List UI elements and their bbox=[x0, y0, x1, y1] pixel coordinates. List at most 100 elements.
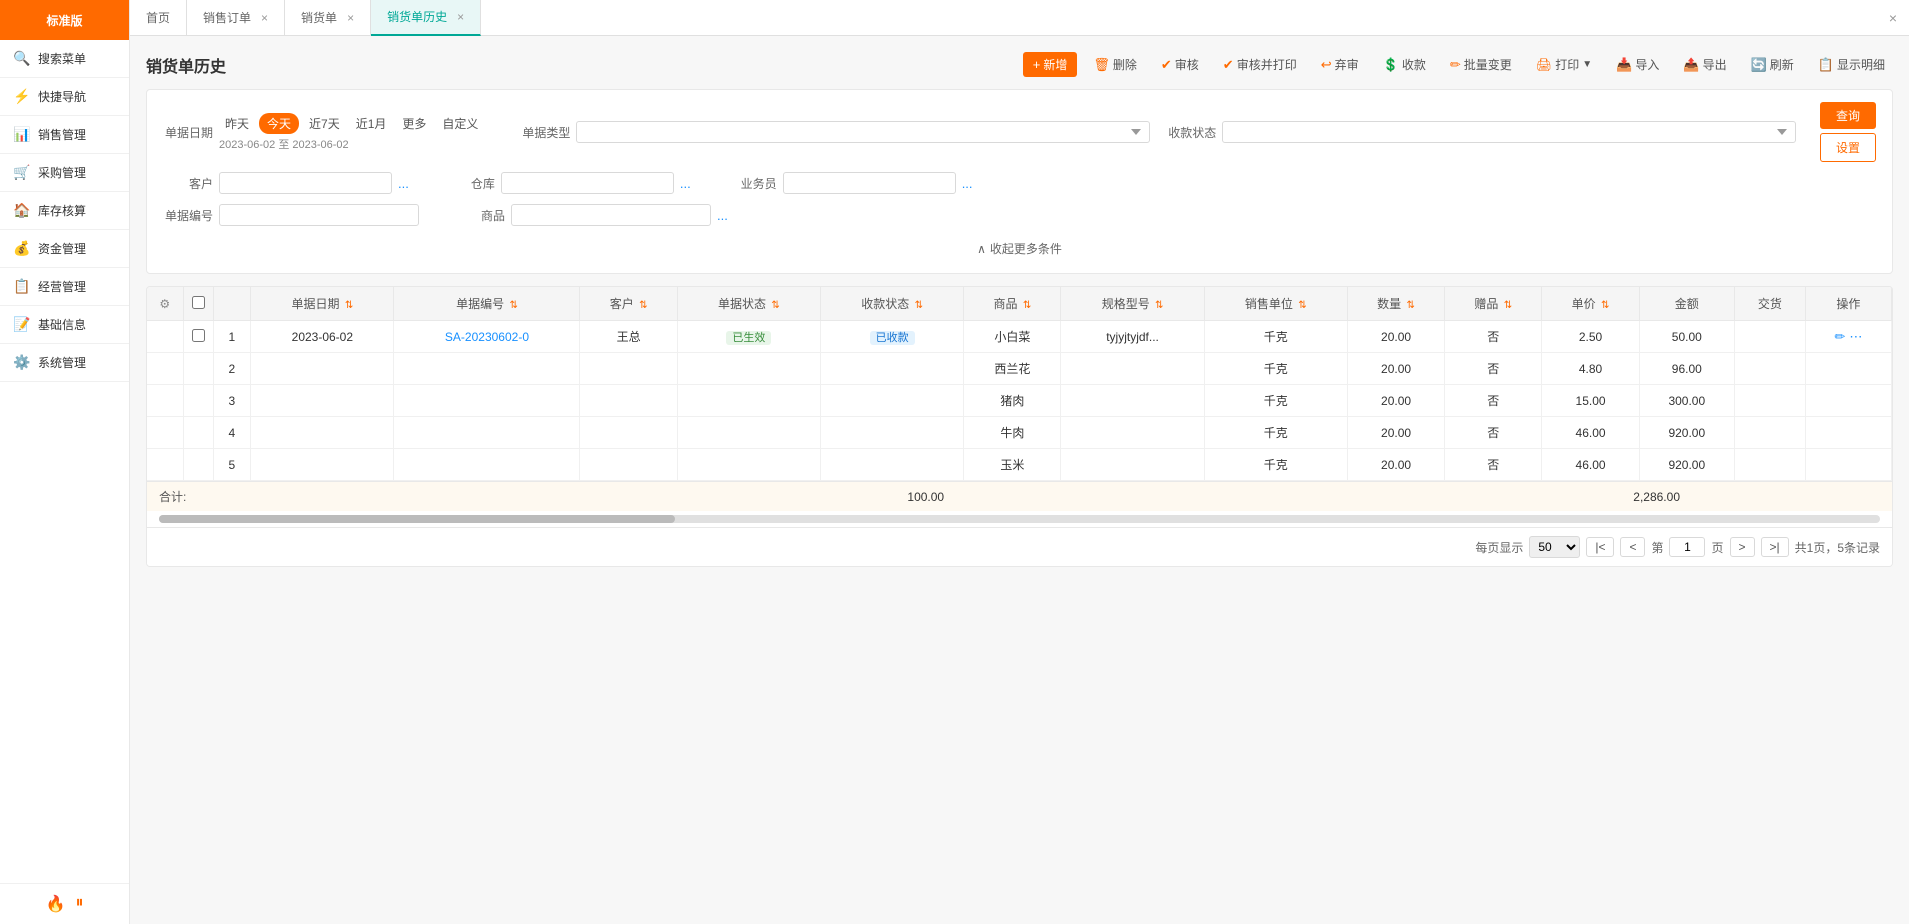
first-page-button[interactable]: |< bbox=[1586, 537, 1614, 557]
cell-spec-1 bbox=[1061, 353, 1204, 385]
audit-button[interactable]: ✔ 审核 bbox=[1153, 52, 1207, 77]
th-customer[interactable]: 客户 ⇅ bbox=[580, 287, 677, 321]
sidebar-fire-icon[interactable]: 🔥 bbox=[46, 894, 66, 914]
date-shortcut-custom[interactable]: 自定义 bbox=[436, 113, 484, 134]
cell-docnum-0[interactable]: SA-20230602-0 bbox=[394, 321, 580, 353]
filter-agent-input[interactable] bbox=[783, 172, 956, 194]
date-shortcut-yesterday[interactable]: 昨天 bbox=[219, 113, 255, 134]
filter-warehouse-input[interactable] bbox=[501, 172, 674, 194]
filter-docnum-input[interactable] bbox=[219, 204, 419, 226]
sidebar-item-purchase-mgmt[interactable]: 🛒 采购管理 bbox=[0, 154, 129, 192]
th-doc-num[interactable]: 单据编号 ⇅ bbox=[394, 287, 580, 321]
th-unit[interactable]: 销售单位 ⇅ bbox=[1204, 287, 1347, 321]
cell-transaction-1 bbox=[1734, 353, 1805, 385]
sidebar-item-inventory[interactable]: 🏠 库存核算 bbox=[0, 192, 129, 230]
import-button[interactable]: 📥 导入 bbox=[1608, 52, 1667, 77]
prev-page-button[interactable]: < bbox=[1620, 537, 1645, 557]
date-shortcut-today[interactable]: 今天 bbox=[259, 113, 299, 134]
sidebar-item-system-mgmt[interactable]: ⚙️ 系统管理 bbox=[0, 344, 129, 382]
content-area: 销货单历史 + 新增 🗑 删除 ✔ 审核 ✔ 审核并打印 bbox=[130, 36, 1909, 924]
cell-transaction-3 bbox=[1734, 417, 1805, 449]
tab-sales-order-close[interactable]: × bbox=[261, 11, 268, 25]
cell-price-4: 46.00 bbox=[1542, 449, 1639, 481]
row-checkbox-0[interactable] bbox=[192, 329, 205, 342]
filter-type-select[interactable] bbox=[576, 121, 1150, 143]
date-shortcut-more[interactable]: 更多 bbox=[396, 113, 432, 134]
filter-customer-dots[interactable]: ... bbox=[398, 176, 409, 191]
tab-sales-history[interactable]: 销货单历史 × bbox=[371, 0, 481, 36]
sort-pay-status-icon: ⇅ bbox=[915, 300, 923, 311]
last-page-button[interactable]: >| bbox=[1761, 537, 1789, 557]
date-shortcut-7days[interactable]: 近7天 bbox=[303, 113, 346, 134]
th-pay-status[interactable]: 收款状态 ⇅ bbox=[820, 287, 963, 321]
sidebar-top-label: 标准版 bbox=[46, 12, 82, 29]
export-button[interactable]: 📤 导出 bbox=[1675, 52, 1734, 77]
table-gear-icon[interactable]: ⚙ bbox=[159, 297, 170, 311]
date-shortcut-1month[interactable]: 近1月 bbox=[350, 113, 393, 134]
filter-goods-input[interactable] bbox=[511, 204, 711, 226]
delete-button[interactable]: 🗑 删除 bbox=[1085, 52, 1145, 77]
per-page-select[interactable]: 50 100 bbox=[1529, 536, 1580, 558]
sidebar-item-finance[interactable]: 💰 资金管理 bbox=[0, 230, 129, 268]
show-details-button[interactable]: 📋 显示明细 bbox=[1810, 52, 1893, 77]
tab-sales-history-close[interactable]: × bbox=[457, 10, 464, 24]
th-spec[interactable]: 规格型号 ⇅ bbox=[1061, 287, 1204, 321]
current-page-input[interactable] bbox=[1669, 537, 1705, 557]
cell-spec-0: tyjyjtyjdf... bbox=[1061, 321, 1204, 353]
th-settings[interactable]: ⚙ bbox=[147, 287, 183, 321]
cell-settings-1 bbox=[147, 353, 183, 385]
filter-customer-input[interactable] bbox=[219, 172, 392, 194]
cell-actions-2 bbox=[1805, 385, 1891, 417]
sidebar-item-operation[interactable]: 📋 经营管理 bbox=[0, 268, 129, 306]
audit-print-button[interactable]: ✔ 审核并打印 bbox=[1215, 52, 1305, 77]
sidebar-pause-icon[interactable]: ⏸ bbox=[75, 894, 83, 914]
cell-settings-4 bbox=[147, 449, 183, 481]
cell-check-0 bbox=[183, 321, 213, 353]
tab-home[interactable]: 首页 bbox=[130, 0, 187, 36]
doc-num-link-0[interactable]: SA-20230602-0 bbox=[445, 330, 529, 344]
select-all-checkbox[interactable] bbox=[192, 296, 205, 309]
th-goods[interactable]: 商品 ⇅ bbox=[964, 287, 1061, 321]
edit-action-icon-0[interactable]: ✏ bbox=[1834, 329, 1845, 344]
print-button[interactable]: 🖨 打印 ▼ bbox=[1528, 52, 1600, 77]
tab-sales-goods-close[interactable]: × bbox=[347, 11, 354, 25]
filter-agent-dots[interactable]: ... bbox=[962, 176, 973, 191]
filter-customer-label: 客户 bbox=[163, 175, 213, 192]
query-button[interactable]: 查询 bbox=[1820, 102, 1876, 129]
discard-button[interactable]: ↩ 弃审 bbox=[1313, 52, 1367, 77]
filter-goods-dots[interactable]: ... bbox=[717, 208, 728, 223]
th-amount-label: 金额 bbox=[1675, 297, 1699, 311]
print-dropdown-icon: ▼ bbox=[1582, 59, 1592, 70]
cell-spec-3 bbox=[1061, 417, 1204, 449]
audit-icon: ✔ bbox=[1161, 57, 1172, 73]
filter-pay-status-select[interactable] bbox=[1222, 121, 1796, 143]
add-button[interactable]: + 新增 bbox=[1023, 52, 1078, 77]
tab-sales-order[interactable]: 销售订单 × bbox=[187, 0, 285, 36]
tab-sales-goods[interactable]: 销货单 × bbox=[285, 0, 371, 36]
th-doc-status[interactable]: 单据状态 ⇅ bbox=[677, 287, 820, 321]
batch-change-label: 批量变更 bbox=[1464, 56, 1512, 73]
th-qty[interactable]: 数量 ⇅ bbox=[1347, 287, 1444, 321]
th-price[interactable]: 单价 ⇅ bbox=[1542, 287, 1639, 321]
scrollbar-thumb[interactable] bbox=[159, 515, 675, 523]
cell-qty-3: 20.00 bbox=[1347, 417, 1444, 449]
more-action-icon-0[interactable]: ⋯ bbox=[1849, 329, 1862, 344]
th-customer-label: 客户 bbox=[610, 297, 634, 311]
sidebar-item-sales-mgmt[interactable]: 📊 销售管理 bbox=[0, 116, 129, 154]
refresh-button[interactable]: 🔄 刷新 bbox=[1743, 52, 1802, 77]
filter-settings-button[interactable]: 设置 bbox=[1820, 133, 1876, 162]
th-gift[interactable]: 赠品 ⇅ bbox=[1445, 287, 1542, 321]
horizontal-scrollbar[interactable] bbox=[159, 515, 1880, 523]
search-menu-icon: 🔍 bbox=[14, 51, 30, 67]
collapse-button[interactable]: ∧ 收起更多条件 bbox=[163, 236, 1876, 261]
sidebar-item-search-menu[interactable]: 🔍 搜索菜单 bbox=[0, 40, 129, 78]
collect-button[interactable]: 💲 收款 bbox=[1375, 52, 1434, 77]
sidebar-item-quick-nav[interactable]: ⚡ 快捷导航 bbox=[0, 78, 129, 116]
batch-change-button[interactable]: ✏ 批量变更 bbox=[1442, 52, 1520, 77]
main-close-btn[interactable]: × bbox=[1877, 10, 1909, 26]
filter-warehouse-dots[interactable]: ... bbox=[680, 176, 691, 191]
sidebar-item-basic-info[interactable]: 📝 基础信息 bbox=[0, 306, 129, 344]
next-page-button[interactable]: > bbox=[1730, 537, 1755, 557]
cell-settings-2 bbox=[147, 385, 183, 417]
th-doc-date[interactable]: 单据日期 ⇅ bbox=[251, 287, 394, 321]
